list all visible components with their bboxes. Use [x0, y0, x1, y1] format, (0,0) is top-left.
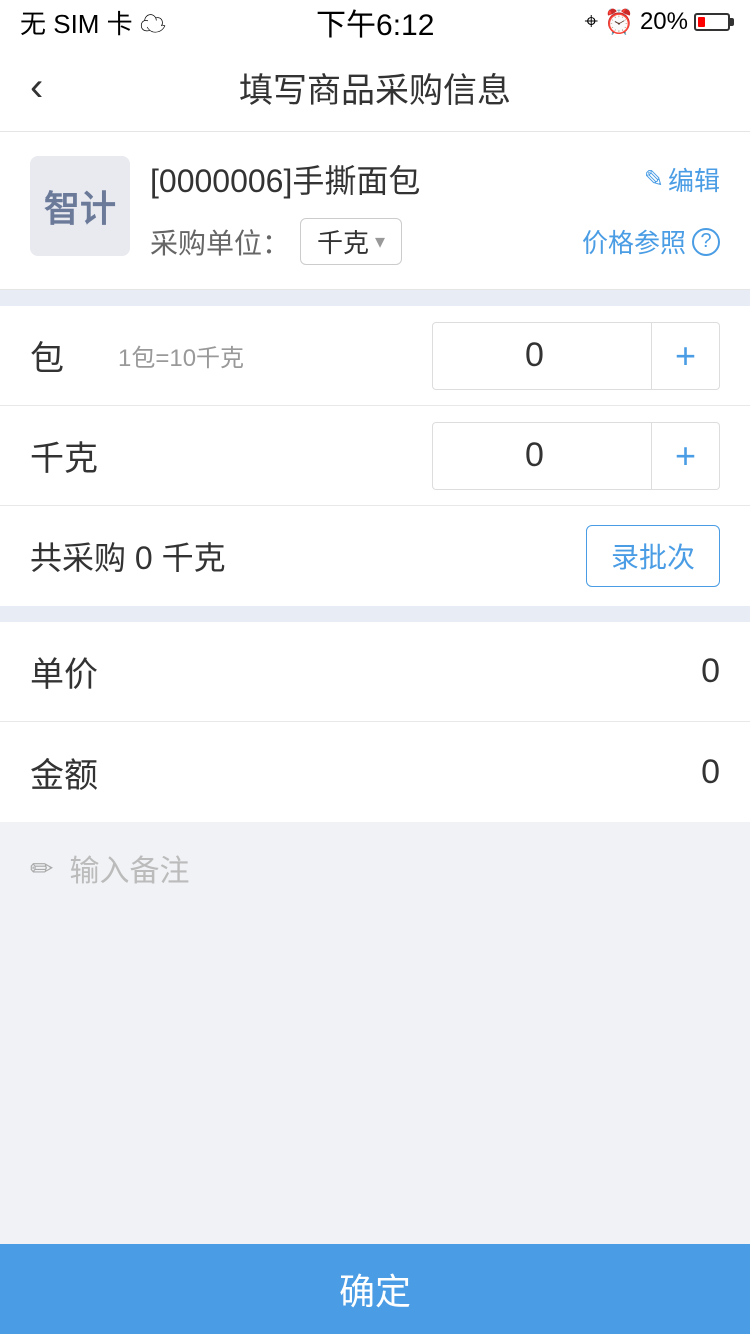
bao-plus-button[interactable]: +	[652, 322, 720, 390]
product-name: [0000006]手撕面包	[150, 156, 420, 202]
product-thumbnail: 智计	[30, 156, 130, 256]
qianke-input-control: +	[432, 422, 720, 490]
product-info: [0000006]手撕面包 ✎ 编辑 采购单位： 千克 ▾ 价格参照 ?	[150, 156, 720, 265]
location-icon: ⌖	[585, 8, 599, 36]
unit-dropdown-arrow: ▾	[375, 229, 385, 254]
alarm-icon: ⏰	[604, 8, 634, 37]
amount-row: 金额 0	[0, 722, 750, 822]
edit-icon: ✎	[644, 165, 664, 194]
qianke-input-row: 千克 +	[0, 406, 750, 506]
unit-price-value: 0	[701, 652, 720, 691]
edit-button[interactable]: ✎ 编辑	[644, 161, 720, 198]
batch-button[interactable]: 录批次	[586, 525, 720, 587]
price-ref-label: 价格参照	[582, 223, 686, 260]
price-ref-icon: ?	[692, 228, 720, 256]
summary-row: 共采购 0 千克 录批次	[0, 506, 750, 606]
qianke-label: 千克	[30, 431, 110, 480]
bao-input-row: 包 1包=10千克 +	[0, 306, 750, 406]
separator-2	[0, 606, 750, 622]
confirm-button[interactable]: 确定	[0, 1244, 750, 1334]
edit-label: 编辑	[668, 161, 720, 198]
status-right: ⌖ ⏰ 20%	[585, 8, 730, 37]
status-bar: 无 SIM 卡 ☁ 下午6:12 ⌖ ⏰ 20%	[0, 0, 750, 44]
page-title: 填写商品采购信息	[239, 63, 511, 112]
qianke-plus-button[interactable]: +	[652, 422, 720, 490]
note-section[interactable]: ✏ 输入备注	[0, 822, 750, 914]
summary-text: 共采购 0 千克	[30, 533, 226, 579]
battery-percent: 20%	[640, 8, 688, 36]
price-ref-button[interactable]: 价格参照 ?	[582, 223, 720, 260]
amount-label: 金额	[30, 748, 98, 797]
bao-label: 包	[30, 331, 110, 380]
amount-value: 0	[701, 753, 720, 792]
separator-1	[0, 290, 750, 306]
back-button[interactable]: ‹	[30, 65, 43, 110]
product-unit-row: 采购单位： 千克 ▾ 价格参照 ?	[150, 218, 720, 265]
bottom-area	[0, 914, 750, 1214]
product-name-row: [0000006]手撕面包 ✎ 编辑	[150, 156, 720, 202]
status-time: 下午6:12	[316, 0, 434, 44]
unit-select[interactable]: 千克 ▾	[300, 218, 402, 265]
qianke-input[interactable]	[432, 422, 652, 490]
input-section: 包 1包=10千克 + 千克 +	[0, 306, 750, 506]
note-placeholder: 输入备注	[69, 846, 189, 890]
unit-price-label: 单价	[30, 647, 98, 696]
unit-price-row: 单价 0	[0, 622, 750, 722]
sim-label: 无 SIM 卡 ☁	[20, 4, 166, 41]
product-card: 智计 [0000006]手撕面包 ✎ 编辑 采购单位： 千克 ▾ 价格参照 ?	[0, 132, 750, 290]
bao-input[interactable]	[432, 322, 652, 390]
bao-sublabel: 1包=10千克	[118, 338, 432, 373]
status-left: 无 SIM 卡 ☁	[20, 4, 166, 41]
product-logo: 智计	[44, 180, 116, 232]
bao-input-control: +	[432, 322, 720, 390]
unit-value: 千克	[317, 223, 369, 260]
battery-icon	[694, 13, 730, 31]
pencil-icon: ✏	[30, 852, 53, 885]
nav-bar: ‹ 填写商品采购信息	[0, 44, 750, 132]
unit-label: 采购单位：	[150, 222, 290, 262]
price-section: 单价 0 金额 0	[0, 622, 750, 822]
